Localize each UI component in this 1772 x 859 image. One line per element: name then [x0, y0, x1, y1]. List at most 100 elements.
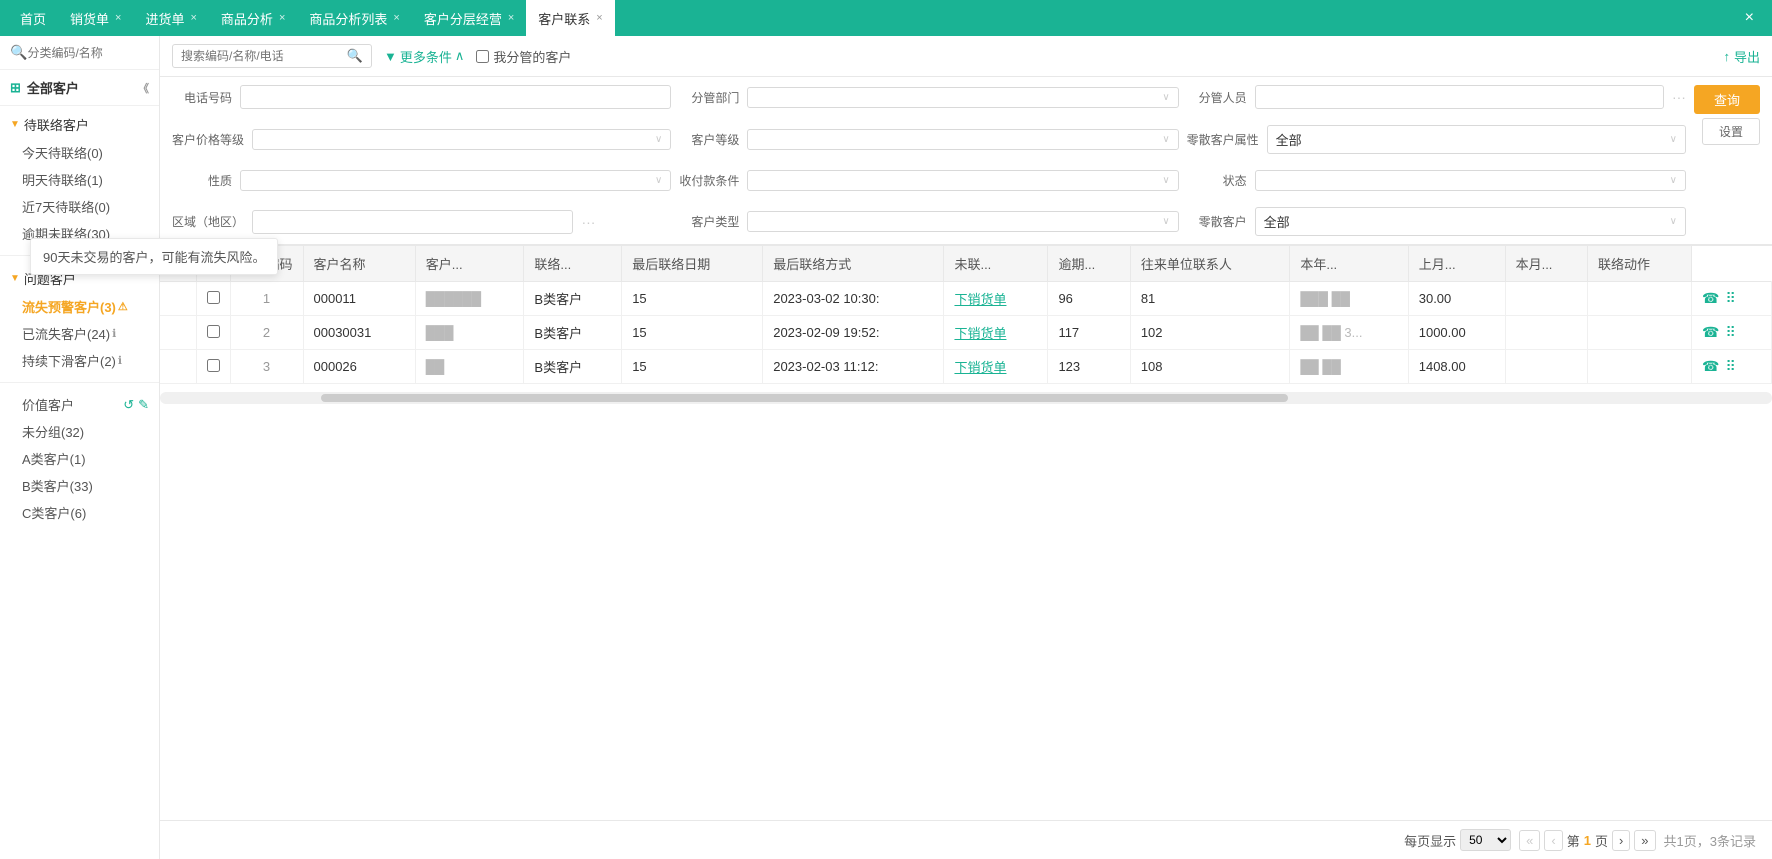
row-contact2-1: ██ ██ 3...	[1290, 316, 1408, 350]
row-uncontacted-2: 123	[1048, 350, 1130, 384]
tab-product-analysis-list[interactable]: 商品分析列表 ×	[297, 0, 411, 36]
query-button[interactable]: 查询	[1694, 85, 1760, 114]
value-customers-edit-icons: ↺ ✎	[123, 397, 149, 413]
sidebar-item-class-c[interactable]: C类客户(6)	[0, 499, 159, 526]
edit-icon[interactable]: ✎	[138, 397, 149, 413]
tab-sales[interactable]: 销货单 ×	[58, 0, 133, 36]
all-customers-header[interactable]: ⊞ 全部客户 《	[0, 70, 159, 106]
close-purchase-tab[interactable]: ×	[190, 12, 196, 24]
refresh-icon[interactable]: ↺	[123, 397, 134, 413]
tab-product-analysis[interactable]: 商品分析 ×	[209, 0, 297, 36]
sidebar-item-7days[interactable]: 近7天待联络(0)	[0, 193, 159, 220]
row-settings-0	[160, 282, 196, 316]
row-actions-0: ☎ ⠿	[1692, 282, 1772, 316]
close-all-button[interactable]: ×	[1735, 9, 1764, 27]
last-page-button[interactable]: »	[1634, 830, 1655, 851]
first-page-button[interactable]: «	[1519, 830, 1540, 851]
sidebar-item-ungroup[interactable]: 未分组(32)	[0, 418, 159, 445]
filter-price-grade-select[interactable]: ∨	[252, 129, 671, 150]
row-checkbox-2[interactable]	[196, 350, 230, 384]
row-action-more-1[interactable]: ⠿	[1725, 324, 1735, 341]
row-code-1: 00030031	[303, 316, 415, 350]
tab-home-label: 首页	[20, 9, 46, 28]
filter-panel: 电话号码 分管部门 ∨ 分管人员	[160, 77, 1772, 246]
sidebar-item-declining[interactable]: 持续下滑客户(2) ℹ	[0, 347, 159, 374]
filter-customer-type-select[interactable]: ∨	[747, 211, 1178, 232]
sidebar-item-class-b[interactable]: B类客户(33)	[0, 472, 159, 499]
page-size-dropdown[interactable]: 50 100 200	[1460, 829, 1511, 851]
table-row: 1 000011 ██████ B类客户 15 2023-03-02 10:30…	[160, 282, 1772, 316]
more-conditions-btn[interactable]: ▼ 更多条件 ∧	[384, 47, 464, 66]
filter-status-select[interactable]: ∨	[1255, 170, 1686, 191]
export-button[interactable]: ↑ 导出	[1723, 47, 1760, 66]
horizontal-scrollbar[interactable]	[160, 384, 1772, 412]
filter-customer-grade-select[interactable]: ∨	[747, 129, 1178, 150]
pending-contact-group-title[interactable]: ▼ 待联络客户	[0, 110, 159, 139]
sidebar-item-tomorrow[interactable]: 明天待联络(1)	[0, 166, 159, 193]
row-checkbox-1[interactable]	[196, 316, 230, 350]
row-last-month-1	[1505, 316, 1587, 350]
filter-manager-input[interactable]	[1255, 85, 1664, 109]
page-size-label: 每页显示	[1404, 831, 1456, 850]
close-sales-tab[interactable]: ×	[115, 12, 121, 24]
page-size-select: 每页显示 50 100 200	[1404, 829, 1511, 851]
region-dots-icon[interactable]: ···	[581, 214, 595, 230]
filter-scatter-attr-select[interactable]: 全部 ∨	[1267, 125, 1686, 154]
pending-contact-group: ▼ 待联络客户 今天待联络(0) 明天待联络(1) 近7天待联络(0) 逾期未联…	[0, 106, 159, 251]
close-customer-contact-tab[interactable]: ×	[596, 12, 602, 24]
dept-chevron-icon: ∨	[1162, 92, 1169, 103]
settings-button[interactable]: 设置	[1702, 118, 1760, 145]
close-product-analysis-list-tab[interactable]: ×	[393, 12, 399, 24]
row-last-contact-method-2[interactable]: 下销货单	[944, 350, 1048, 384]
th-uncontacted: 未联...	[944, 246, 1048, 282]
content-area: 🔍 ▼ 更多条件 ∧ 我分管的客户 ↑ 导出	[160, 36, 1772, 859]
filter-region-input[interactable]	[252, 210, 573, 234]
scatter-attr-chevron-icon: ∨	[1670, 134, 1677, 145]
next-page-button[interactable]: ›	[1612, 830, 1630, 851]
row-action-contact-1[interactable]: ☎	[1702, 324, 1719, 341]
filter-scatter-customer-select[interactable]: 全部 ∨	[1255, 207, 1686, 236]
sidebar-item-class-a[interactable]: A类客户(1)	[0, 445, 159, 472]
filter-customer-grade: 客户等级 ∨	[679, 129, 1178, 150]
th-contact: 联络...	[524, 246, 622, 282]
th-this-year: 本年...	[1290, 246, 1408, 282]
filter-phone-input[interactable]	[240, 85, 671, 109]
filter-nature-select[interactable]: ∨	[240, 170, 671, 191]
row-action-more-2[interactable]: ⠿	[1725, 358, 1735, 375]
row-action-contact-2[interactable]: ☎	[1702, 358, 1719, 375]
row-checkbox-0[interactable]	[196, 282, 230, 316]
sidebar-collapse-btn[interactable]: 《	[138, 80, 149, 96]
row-settings-2	[160, 350, 196, 384]
tab-customer-tier[interactable]: 客户分层经营 ×	[412, 0, 526, 36]
row-last-contact-date-0: 2023-03-02 10:30:	[763, 282, 944, 316]
search-input[interactable]	[181, 49, 347, 63]
sidebar-item-churn-warning[interactable]: 流失预警客户(3) ⚠	[0, 293, 159, 320]
tab-home[interactable]: 首页	[8, 0, 58, 36]
value-customers-header[interactable]: 价值客户 ↺ ✎	[0, 391, 159, 418]
sidebar-divider-2	[0, 382, 159, 383]
manager-dots-icon[interactable]: ···	[1672, 89, 1686, 105]
row-action-contact-0[interactable]: ☎	[1702, 290, 1719, 307]
filter-price-grade-label: 客户价格等级	[172, 131, 244, 148]
search-submit-icon[interactable]: 🔍	[347, 48, 363, 64]
filter-icon: ▼	[384, 49, 397, 64]
close-product-analysis-tab[interactable]: ×	[279, 12, 285, 24]
close-customer-tier-tab[interactable]: ×	[508, 12, 514, 24]
row-last-contact-method-1[interactable]: 下销货单	[944, 316, 1048, 350]
filter-dept: 分管部门 ∨	[679, 87, 1178, 108]
tab-purchase[interactable]: 进货单 ×	[133, 0, 208, 36]
prev-page-button[interactable]: ‹	[1544, 830, 1562, 851]
tab-customer-contact[interactable]: 客户联系 ×	[526, 0, 614, 36]
my-customers-check[interactable]	[476, 50, 489, 63]
my-customers-checkbox[interactable]: 我分管的客户	[476, 47, 571, 66]
sidebar-search-input[interactable]	[27, 46, 160, 60]
th-contact2: 往来单位联系人	[1130, 246, 1290, 282]
nature-chevron-icon: ∨	[655, 175, 662, 186]
table-container: ⚙ 客户编码 客户名称 客户... 联络... 最后联络日期 最后联络方式 未联…	[160, 246, 1772, 820]
row-last-contact-method-0[interactable]: 下销货单	[944, 282, 1048, 316]
row-action-more-0[interactable]: ⠿	[1725, 290, 1735, 307]
filter-dept-select[interactable]: ∨	[747, 87, 1178, 108]
sidebar-item-churned[interactable]: 已流失客户(24) ℹ	[0, 320, 159, 347]
filter-payment-select[interactable]: ∨	[747, 170, 1178, 191]
sidebar-item-today[interactable]: 今天待联络(0)	[0, 139, 159, 166]
